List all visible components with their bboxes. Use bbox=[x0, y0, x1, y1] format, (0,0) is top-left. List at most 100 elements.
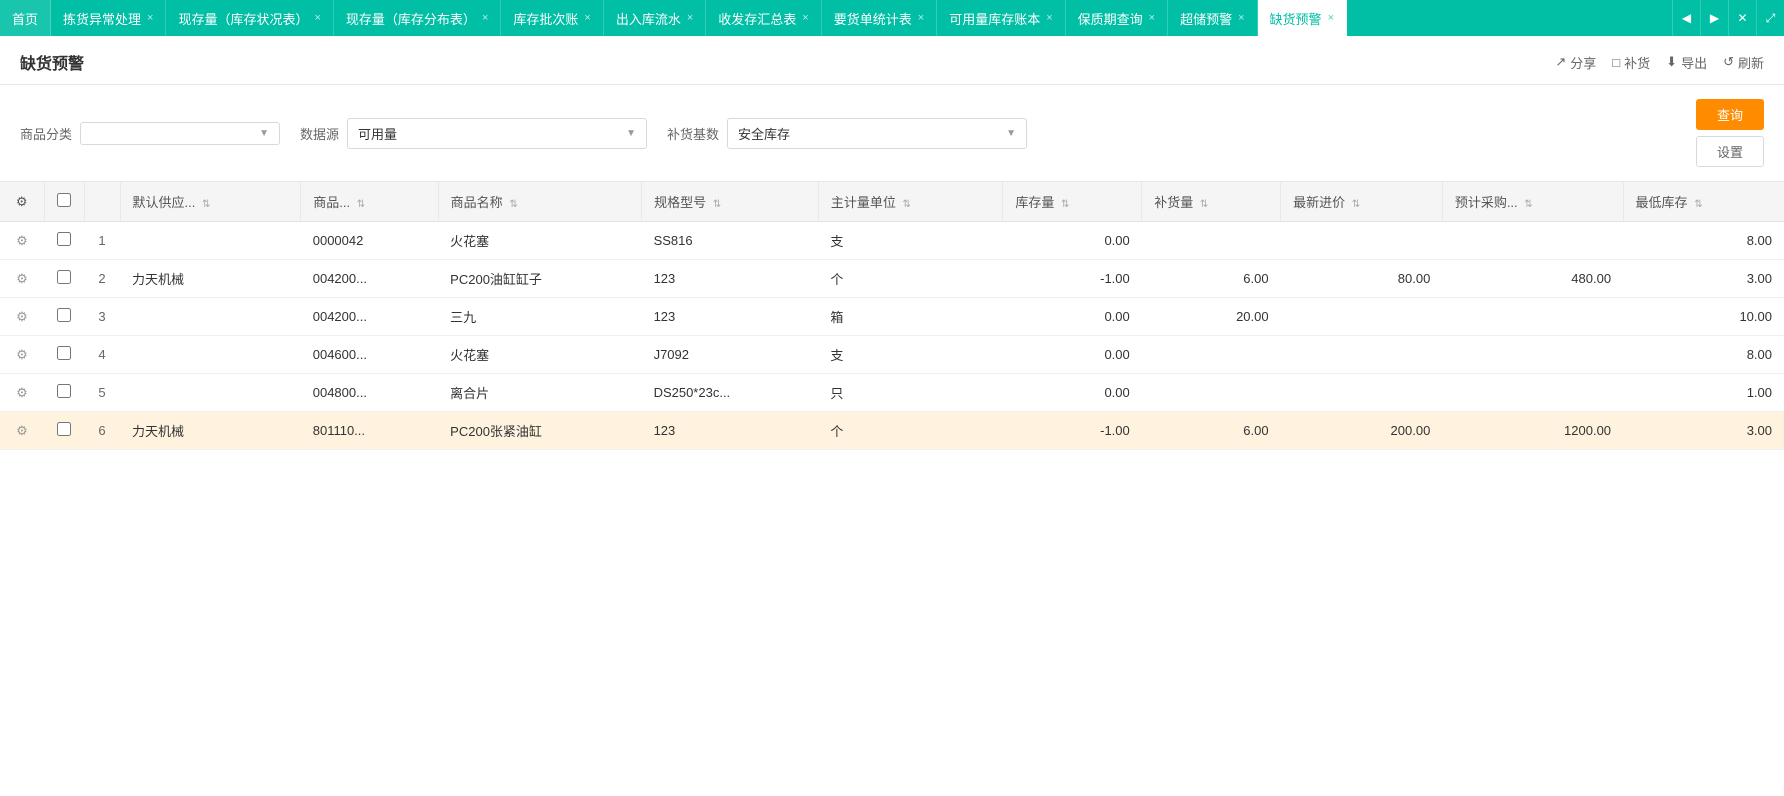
gear-icon: ⚙ bbox=[16, 385, 28, 400]
tab-order-stats[interactable]: 要货单统计表 × bbox=[822, 0, 937, 36]
close-icon[interactable]: × bbox=[918, 12, 924, 24]
row-checkbox-cell[interactable] bbox=[44, 374, 84, 412]
tab-shortage[interactable]: 缺货预警 × bbox=[1258, 0, 1347, 36]
tab-flow[interactable]: 出入库流水 × bbox=[604, 0, 706, 36]
checkbox-column-header[interactable] bbox=[44, 182, 84, 222]
close-icon[interactable]: × bbox=[802, 12, 808, 24]
tab-stock-status[interactable]: 现存量（库存状况表） × bbox=[166, 0, 333, 36]
nav-close-button[interactable]: ✕ bbox=[1728, 0, 1756, 36]
category-select[interactable]: ▼ bbox=[80, 122, 280, 145]
row-stock: 0.00 bbox=[1003, 374, 1142, 412]
row-min-stock: 1.00 bbox=[1623, 374, 1784, 412]
gear-column-header[interactable]: ⚙ bbox=[0, 182, 44, 222]
row-spec: 123 bbox=[642, 412, 819, 450]
close-icon[interactable]: × bbox=[1046, 12, 1052, 24]
refresh-button[interactable]: ↺ 刷新 bbox=[1723, 53, 1764, 72]
row-checkbox[interactable] bbox=[57, 308, 71, 322]
replenish-button[interactable]: □ 补货 bbox=[1612, 53, 1650, 72]
supplier-column-header[interactable]: 默认供应... ⇅ bbox=[120, 182, 301, 222]
min-stock-column-header[interactable]: 最低库存 ⇅ bbox=[1623, 182, 1784, 222]
header-actions: ↗ 分享 □ 补货 ⬇ 导出 ↺ 刷新 bbox=[1555, 53, 1764, 72]
tab-expiry[interactable]: 保质期查询 × bbox=[1066, 0, 1168, 36]
refresh-icon: ↺ bbox=[1723, 54, 1734, 70]
close-icon[interactable]: × bbox=[482, 12, 488, 24]
spec-column-header[interactable]: 规格型号 ⇅ bbox=[642, 182, 819, 222]
close-icon[interactable]: × bbox=[314, 12, 320, 24]
code-sort-icon: ⇅ bbox=[357, 199, 365, 210]
num-column-header bbox=[84, 182, 120, 222]
row-gear[interactable]: ⚙ bbox=[0, 298, 44, 336]
row-unit: 个 bbox=[818, 260, 1003, 298]
tab-overstock[interactable]: 超储预警 × bbox=[1168, 0, 1257, 36]
row-estimated bbox=[1442, 336, 1623, 374]
replenish-column-header[interactable]: 补货量 ⇅ bbox=[1142, 182, 1281, 222]
stock-sort-icon: ⇅ bbox=[1061, 199, 1069, 210]
table-row: ⚙ 4 004600... 火花塞 J7092 支 0.00 8.00 bbox=[0, 336, 1784, 374]
table-row: ⚙ 1 0000042 火花塞 SS816 支 0.00 8.00 bbox=[0, 222, 1784, 260]
estimated-column-header[interactable]: 预计采购... ⇅ bbox=[1442, 182, 1623, 222]
name-column-header[interactable]: 商品名称 ⇅ bbox=[438, 182, 641, 222]
row-number: 1 bbox=[84, 222, 120, 260]
row-spec: 123 bbox=[642, 260, 819, 298]
close-icon[interactable]: × bbox=[1149, 12, 1155, 24]
tab-home[interactable]: 首页 bbox=[0, 0, 51, 36]
latest-price-column-header[interactable]: 最新进价 ⇅ bbox=[1281, 182, 1443, 222]
supplier-sort-icon: ⇅ bbox=[202, 199, 210, 210]
row-gear[interactable]: ⚙ bbox=[0, 222, 44, 260]
stock-column-header[interactable]: 库存量 ⇅ bbox=[1003, 182, 1142, 222]
tab-picking[interactable]: 拣货异常处理 × bbox=[51, 0, 166, 36]
tab-stock-dist[interactable]: 现存量（库存分布表） × bbox=[334, 0, 501, 36]
row-min-stock: 8.00 bbox=[1623, 222, 1784, 260]
tab-available[interactable]: 可用量库存账本 × bbox=[937, 0, 1065, 36]
tab-batch[interactable]: 库存批次账 × bbox=[501, 0, 603, 36]
row-checkbox[interactable] bbox=[57, 422, 71, 436]
row-checkbox[interactable] bbox=[57, 270, 71, 284]
close-icon[interactable]: × bbox=[1238, 12, 1244, 24]
datasource-select[interactable]: 可用量 ▼ bbox=[347, 118, 647, 149]
row-replenish: 6.00 bbox=[1142, 412, 1281, 450]
query-button[interactable]: 查询 bbox=[1696, 99, 1764, 130]
share-button[interactable]: ↗ 分享 bbox=[1555, 53, 1596, 72]
row-estimated: 1200.00 bbox=[1442, 412, 1623, 450]
row-gear[interactable]: ⚙ bbox=[0, 374, 44, 412]
close-icon[interactable]: × bbox=[687, 12, 693, 24]
export-button[interactable]: ⬇ 导出 bbox=[1666, 53, 1707, 72]
row-checkbox[interactable] bbox=[57, 384, 71, 398]
row-checkbox-cell[interactable] bbox=[44, 260, 84, 298]
name-sort-icon: ⇅ bbox=[509, 199, 517, 210]
nav-next-button[interactable]: ▶ bbox=[1700, 0, 1728, 36]
share-icon: ↗ bbox=[1555, 54, 1566, 70]
filter-actions: 查询 设置 bbox=[1696, 99, 1764, 167]
latest-price-sort-icon: ⇅ bbox=[1352, 199, 1360, 210]
page-title: 缺货预警 bbox=[20, 50, 84, 74]
gear-icon: ⚙ bbox=[16, 194, 28, 209]
settings-button[interactable]: 设置 bbox=[1696, 136, 1764, 167]
row-stock: 0.00 bbox=[1003, 336, 1142, 374]
row-checkbox-cell[interactable] bbox=[44, 412, 84, 450]
replenish-select[interactable]: 安全库存 ▼ bbox=[727, 118, 1027, 149]
row-code: 004200... bbox=[301, 260, 438, 298]
row-estimated bbox=[1442, 374, 1623, 412]
close-icon[interactable]: × bbox=[147, 12, 153, 24]
row-checkbox[interactable] bbox=[57, 232, 71, 246]
nav-maximize-button[interactable]: ⤢ bbox=[1756, 0, 1784, 36]
row-gear[interactable]: ⚙ bbox=[0, 336, 44, 374]
row-latest-price bbox=[1281, 374, 1443, 412]
row-latest-price: 80.00 bbox=[1281, 260, 1443, 298]
unit-column-header[interactable]: 主计量单位 ⇅ bbox=[818, 182, 1003, 222]
close-icon[interactable]: × bbox=[1328, 12, 1334, 24]
row-checkbox-cell[interactable] bbox=[44, 222, 84, 260]
select-all-checkbox[interactable] bbox=[57, 193, 71, 207]
tab-summary[interactable]: 收发存汇总表 × bbox=[706, 0, 821, 36]
row-gear[interactable]: ⚙ bbox=[0, 412, 44, 450]
row-checkbox-cell[interactable] bbox=[44, 336, 84, 374]
datasource-dropdown-icon: ▼ bbox=[626, 128, 636, 139]
row-gear[interactable]: ⚙ bbox=[0, 260, 44, 298]
row-checkbox[interactable] bbox=[57, 346, 71, 360]
replenish-dropdown-icon: ▼ bbox=[1006, 128, 1016, 139]
row-checkbox-cell[interactable] bbox=[44, 298, 84, 336]
nav-prev-button[interactable]: ◀ bbox=[1672, 0, 1700, 36]
close-icon[interactable]: × bbox=[584, 12, 590, 24]
row-supplier bbox=[120, 336, 301, 374]
code-column-header[interactable]: 商品... ⇅ bbox=[301, 182, 438, 222]
